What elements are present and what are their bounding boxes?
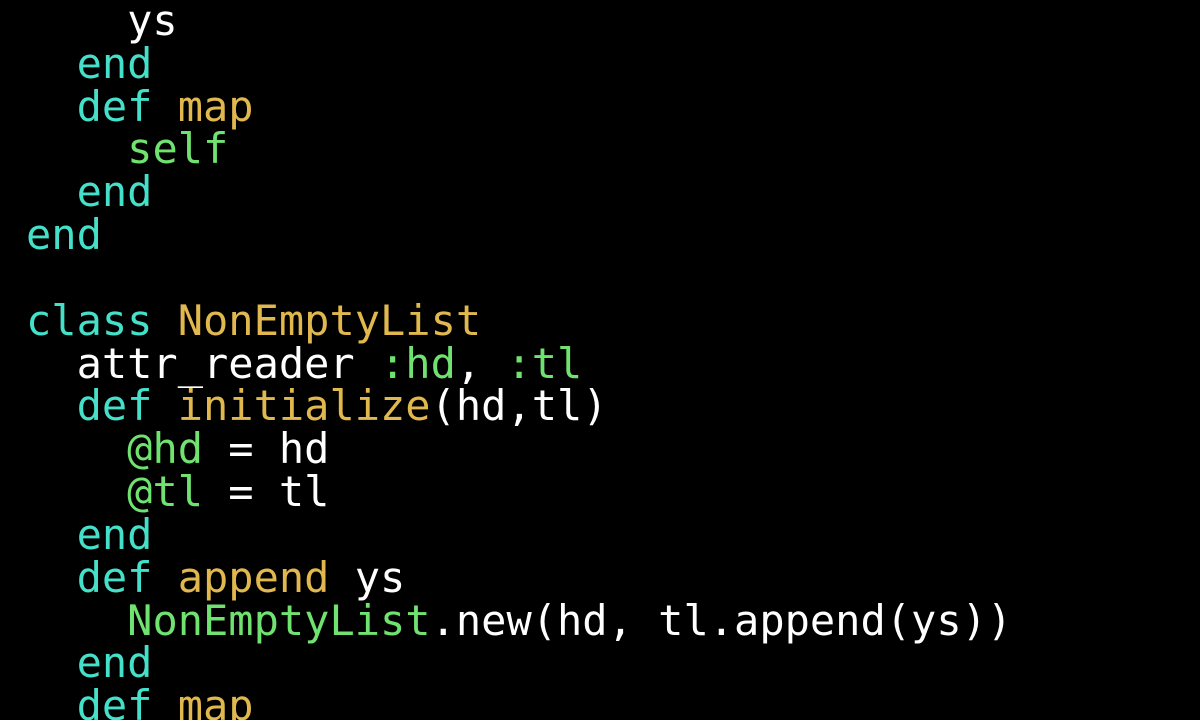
token-kw: class <box>26 296 152 345</box>
code-line: def initialize(hd,tl) <box>26 381 608 430</box>
code-line: class NonEmptyList <box>26 296 481 345</box>
token-plain: (hd,tl) <box>431 381 608 430</box>
token-plain <box>26 638 77 687</box>
code-line: end <box>26 510 152 559</box>
token-plain <box>26 39 77 88</box>
token-var: NonEmptyList <box>127 596 430 645</box>
token-plain: = tl <box>203 467 329 516</box>
code-line: NonEmptyList.new(hd, tl.append(ys)) <box>26 596 1012 645</box>
token-kw: def <box>77 553 153 602</box>
code-line: end <box>26 210 102 259</box>
token-plain <box>26 553 77 602</box>
token-plain <box>26 167 77 216</box>
token-plain <box>26 681 77 720</box>
code-line: attr_reader :hd, :tl <box>26 339 582 388</box>
token-kw: end <box>77 167 153 216</box>
token-plain <box>26 381 77 430</box>
token-plain <box>152 381 177 430</box>
token-plain <box>152 681 177 720</box>
token-kw: end <box>77 510 153 559</box>
token-plain <box>152 553 177 602</box>
token-kw: def <box>77 681 153 720</box>
token-kw: def <box>77 82 153 131</box>
token-var: :hd <box>380 339 456 388</box>
token-var: self <box>127 124 228 173</box>
token-plain: .new(hd, tl.append(ys)) <box>431 596 1013 645</box>
code-line: @hd = hd <box>26 424 329 473</box>
token-plain <box>152 82 177 131</box>
token-plain: , <box>456 339 507 388</box>
token-plain <box>26 510 77 559</box>
code-line: end <box>26 167 152 216</box>
token-plain <box>26 124 127 173</box>
token-plain <box>26 596 127 645</box>
token-plain: attr_reader <box>26 339 380 388</box>
token-fn: map <box>178 681 254 720</box>
code-line: end <box>26 39 152 88</box>
token-kw: def <box>77 381 153 430</box>
code-block: ys end def map self end end class NonEmp… <box>0 0 1200 720</box>
token-plain: = hd <box>203 424 329 473</box>
code-line: end <box>26 638 152 687</box>
code-line: def map <box>26 681 254 720</box>
token-fn: NonEmptyList <box>178 296 481 345</box>
code-line: def map <box>26 82 254 131</box>
token-kw: end <box>77 638 153 687</box>
token-kw: end <box>77 39 153 88</box>
token-fn: append <box>178 553 330 602</box>
token-plain <box>152 296 177 345</box>
token-plain <box>26 424 127 473</box>
token-fn: map <box>178 82 254 131</box>
token-fn: initialize <box>178 381 431 430</box>
token-var: @hd <box>127 424 203 473</box>
code-line: def append ys <box>26 553 405 602</box>
token-kw: end <box>26 210 102 259</box>
token-var: :tl <box>506 339 582 388</box>
token-plain: ys <box>329 553 405 602</box>
token-plain <box>26 82 77 131</box>
token-var: @tl <box>127 467 203 516</box>
code-line: @tl = tl <box>26 467 329 516</box>
token-plain <box>26 467 127 516</box>
code-line: self <box>26 124 228 173</box>
